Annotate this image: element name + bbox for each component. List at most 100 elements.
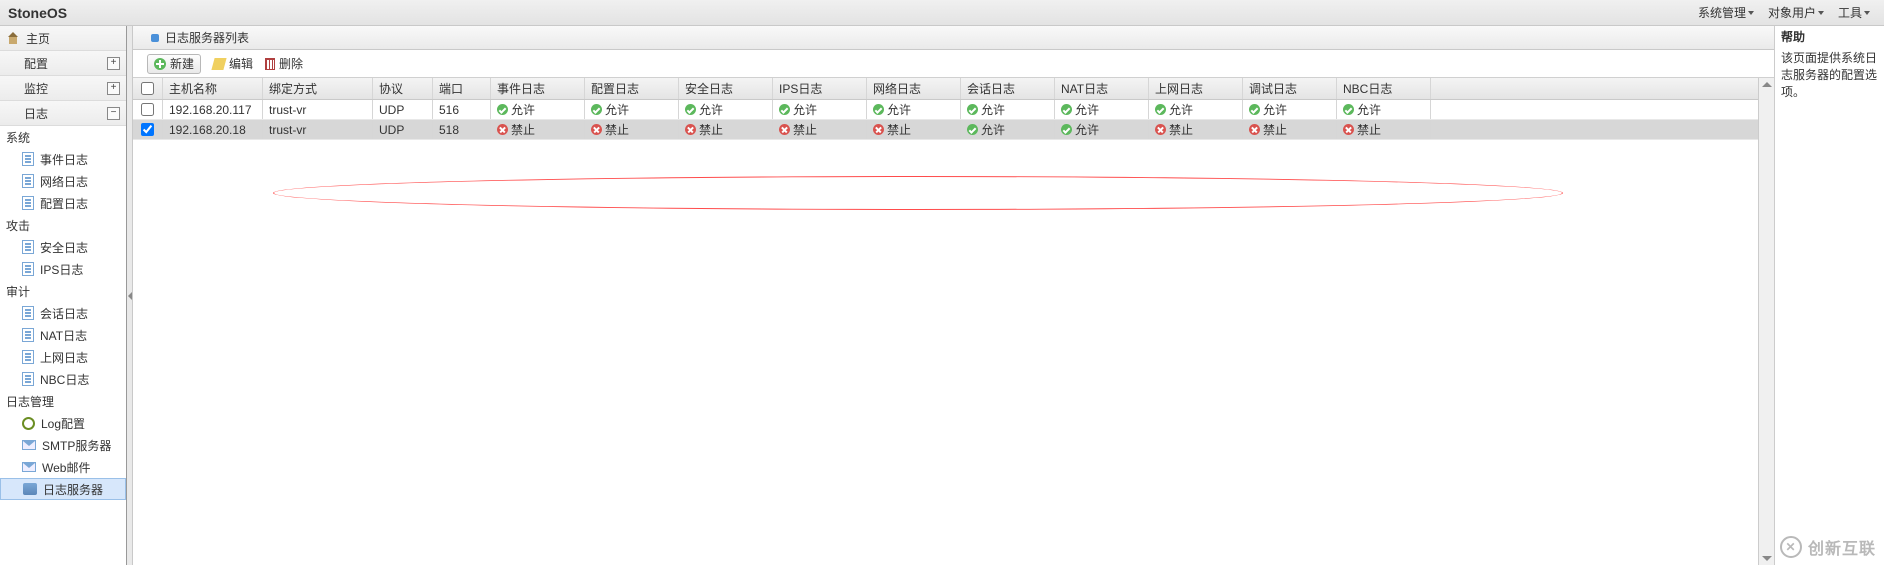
cell-sec: 禁止	[679, 120, 773, 139]
cell-sess: 允许	[961, 100, 1055, 119]
sidebar-item-web-log[interactable]: 上网日志	[0, 346, 126, 368]
col-check[interactable]	[133, 78, 163, 99]
brand-logo: StoneOS	[8, 5, 67, 21]
cell-port: 516	[433, 100, 491, 119]
cell-ips: 允许	[773, 100, 867, 119]
add-icon	[154, 58, 166, 70]
content: 日志服务器列表 新建 编辑 删除 主机名称 绑定方式	[133, 26, 1884, 565]
sidebar-item-security-log[interactable]: 安全日志	[0, 236, 126, 258]
cell-cfg: 禁止	[585, 120, 679, 139]
allow-icon	[779, 104, 790, 115]
cell-dbg: 允许	[1243, 100, 1337, 119]
watermark: ✕ 创新互联	[1780, 535, 1876, 559]
doc-icon	[22, 328, 34, 342]
cell-port: 518	[433, 120, 491, 139]
sidebar-item-monitor[interactable]: 监控 +	[0, 76, 126, 101]
sidebar-item-config-log[interactable]: 配置日志	[0, 192, 126, 214]
toolbar: 新建 编辑 删除	[133, 50, 1774, 78]
expand-icon[interactable]: +	[107, 57, 120, 70]
sidebar-item-label: 配置	[24, 55, 48, 72]
deny-icon	[497, 124, 508, 135]
col-config-log[interactable]: 配置日志	[585, 78, 679, 99]
vertical-scrollbar[interactable]	[1758, 78, 1774, 565]
allow-icon	[591, 104, 602, 115]
row-checkbox[interactable]	[141, 103, 154, 116]
sidebar-item-event-log[interactable]: 事件日志	[0, 148, 126, 170]
cell-nbc: 允许	[1337, 100, 1431, 119]
cell-nbc: 禁止	[1337, 120, 1431, 139]
server-icon	[23, 483, 37, 495]
menu-objects[interactable]: 对象用户	[1768, 4, 1824, 21]
sidebar-item-config[interactable]: 配置 +	[0, 51, 126, 76]
sidebar-item-network-log[interactable]: 网络日志	[0, 170, 126, 192]
allow-icon	[1061, 124, 1072, 135]
menu-tools[interactable]: 工具	[1838, 4, 1870, 21]
sidebar-item-session-log[interactable]: 会话日志	[0, 302, 126, 324]
help-panel: 帮助 该页面提供系统日志服务器的配置选项。	[1774, 26, 1884, 565]
col-session-log[interactable]: 会话日志	[961, 78, 1055, 99]
allow-icon	[967, 104, 978, 115]
sidebar-item-label: 日志服务器	[43, 481, 103, 498]
select-all-checkbox[interactable]	[141, 82, 154, 95]
col-network-log[interactable]: 网络日志	[867, 78, 961, 99]
doc-icon	[22, 350, 34, 364]
col-proto[interactable]: 协议	[373, 78, 433, 99]
delete-button[interactable]: 删除	[265, 55, 303, 72]
col-nbc-log[interactable]: NBC日志	[1337, 78, 1431, 99]
sidebar-item-label: 上网日志	[40, 349, 88, 366]
topbar: StoneOS 系统管理 对象用户 工具	[0, 0, 1884, 26]
allow-icon	[685, 104, 696, 115]
sidebar-item-nbc-log[interactable]: NBC日志	[0, 368, 126, 390]
col-event-log[interactable]: 事件日志	[491, 78, 585, 99]
col-ips-log[interactable]: IPS日志	[773, 78, 867, 99]
sidebar-item-log-server[interactable]: 日志服务器	[0, 478, 126, 500]
table: 主机名称 绑定方式 协议 端口 事件日志 配置日志 安全日志 IPS日志 网络日…	[133, 78, 1758, 565]
cell-web: 禁止	[1149, 120, 1243, 139]
cell-evt: 禁止	[491, 120, 585, 139]
delete-icon	[265, 58, 275, 70]
sidebar-item-smtp-server[interactable]: SMTP服务器	[0, 434, 126, 456]
table-row[interactable]: 192.168.20.18trust-vrUDP518禁止禁止禁止禁止禁止允许允…	[133, 120, 1758, 140]
sidebar-item-log[interactable]: 日志 −	[0, 101, 126, 126]
cell-nat: 允许	[1055, 100, 1149, 119]
watermark-logo-icon: ✕	[1780, 536, 1802, 558]
sidebar-item-ips-log[interactable]: IPS日志	[0, 258, 126, 280]
row-checkbox[interactable]	[141, 123, 154, 136]
col-web-log[interactable]: 上网日志	[1149, 78, 1243, 99]
deny-icon	[779, 124, 790, 135]
sidebar-item-label: 配置日志	[40, 195, 88, 212]
row-check-cell[interactable]	[133, 120, 163, 139]
table-header: 主机名称 绑定方式 协议 端口 事件日志 配置日志 安全日志 IPS日志 网络日…	[133, 78, 1758, 100]
collapse-icon[interactable]: −	[107, 107, 120, 120]
allow-icon	[1343, 104, 1354, 115]
cell-host: 192.168.20.117	[163, 100, 263, 119]
doc-icon	[22, 372, 34, 386]
sidebar-item-log-config[interactable]: Log配置	[0, 412, 126, 434]
sidebar-item-home[interactable]: 主页	[0, 26, 126, 51]
sidebar: 主页 配置 + 监控 + 日志 − 系统 事件日志 网络日志 配置日志 攻击 安…	[0, 26, 127, 565]
new-button[interactable]: 新建	[147, 54, 201, 74]
doc-icon	[22, 196, 34, 210]
cell-evt: 允许	[491, 100, 585, 119]
table-row[interactable]: 192.168.20.117trust-vrUDP516允许允许允许允许允许允许…	[133, 100, 1758, 120]
col-port[interactable]: 端口	[433, 78, 491, 99]
edit-button[interactable]: 编辑	[213, 55, 253, 72]
menu-system[interactable]: 系统管理	[1698, 4, 1754, 21]
sidebar-item-nat-log[interactable]: NAT日志	[0, 324, 126, 346]
allow-icon	[497, 104, 508, 115]
deny-icon	[685, 124, 696, 135]
col-debug-log[interactable]: 调试日志	[1243, 78, 1337, 99]
cell-bind: trust-vr	[263, 100, 373, 119]
cell-bind: trust-vr	[263, 120, 373, 139]
col-bind[interactable]: 绑定方式	[263, 78, 373, 99]
col-nat-log[interactable]: NAT日志	[1055, 78, 1149, 99]
mail-icon	[22, 462, 36, 472]
topbar-menu: 系统管理 对象用户 工具	[1698, 4, 1870, 21]
col-host[interactable]: 主机名称	[163, 78, 263, 99]
cell-net: 允许	[867, 100, 961, 119]
col-security-log[interactable]: 安全日志	[679, 78, 773, 99]
sidebar-item-web-mail[interactable]: Web邮件	[0, 456, 126, 478]
expand-icon[interactable]: +	[107, 82, 120, 95]
row-check-cell[interactable]	[133, 100, 163, 119]
sidebar-item-label: 网络日志	[40, 173, 88, 190]
